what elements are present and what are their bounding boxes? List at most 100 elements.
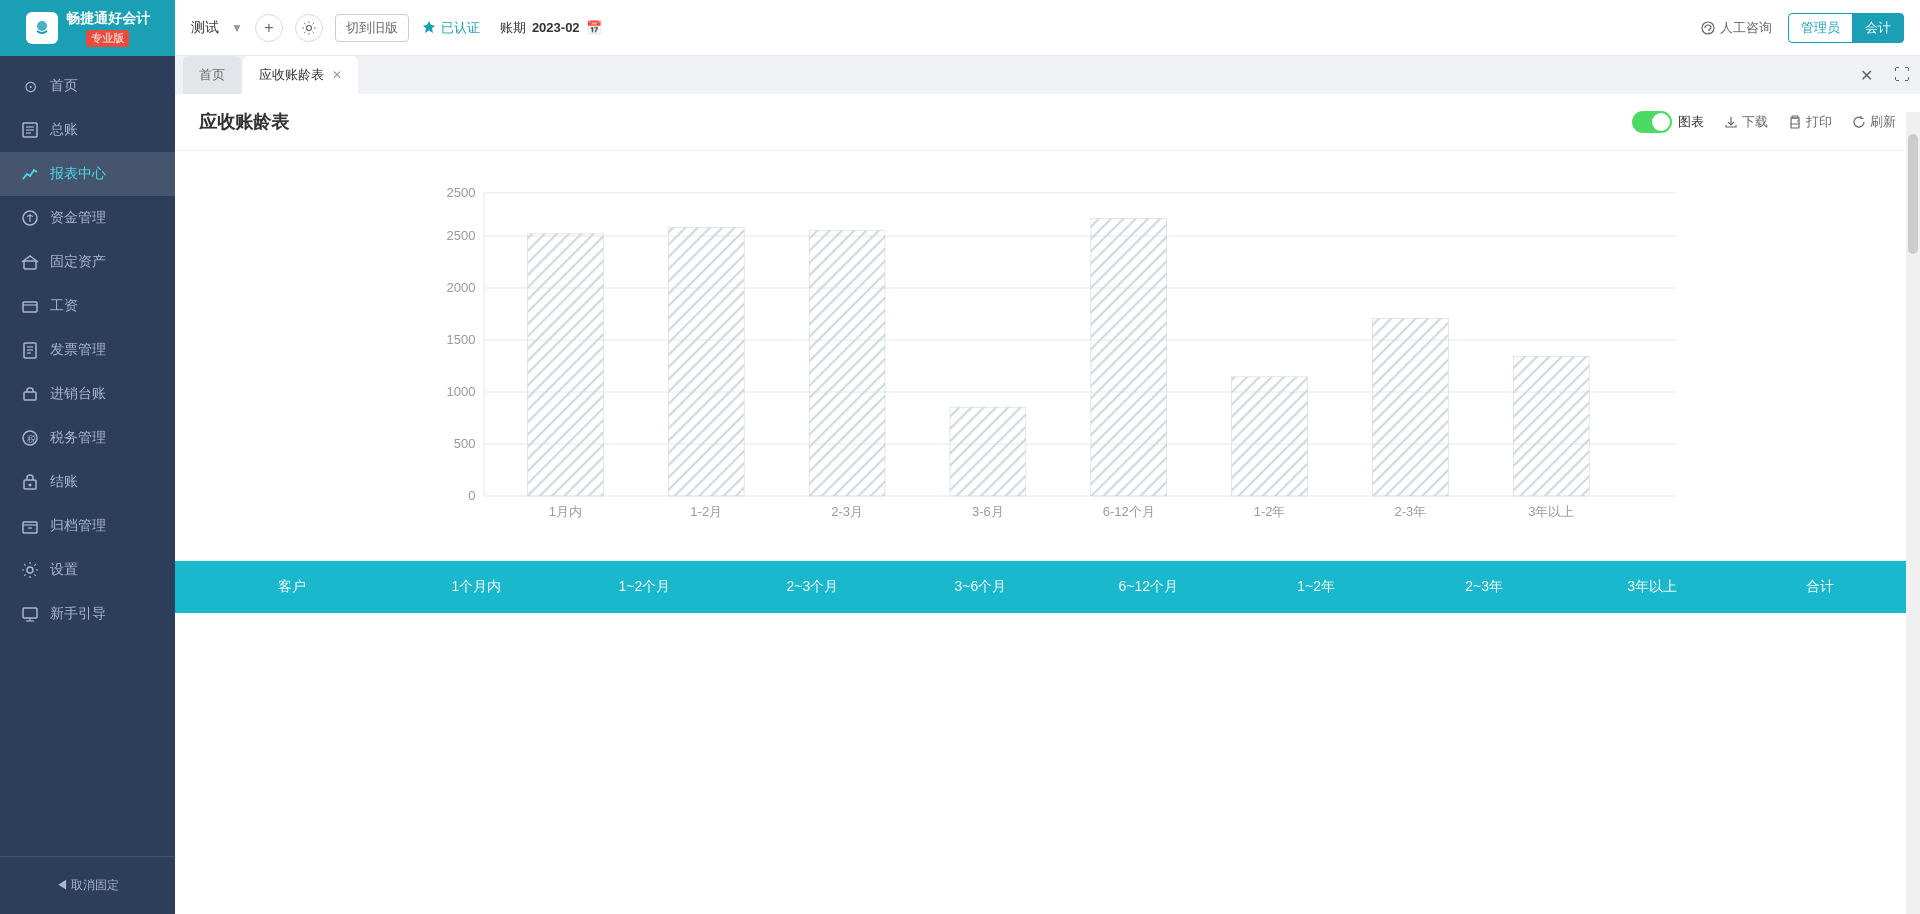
th-3year-plus: 3年以上 bbox=[1568, 578, 1736, 596]
main-panel: 应收账龄表 图表 下载 打印 刷新 bbox=[175, 94, 1920, 914]
svg-text:6-12个月: 6-12个月 bbox=[1103, 504, 1155, 519]
tab-close-aging[interactable]: ✕ bbox=[332, 68, 342, 82]
window-expand-button[interactable]: ⛶ bbox=[1884, 56, 1920, 94]
sidebar-item-archive[interactable]: 归档管理 bbox=[0, 504, 175, 548]
bar-2-3年 bbox=[1373, 318, 1449, 496]
tab-bar: 首页 应收账龄表 ✕ ✕ ⛶ bbox=[175, 56, 1920, 94]
sidebar-item-ledger[interactable]: 总账 bbox=[0, 108, 175, 152]
sidebar-item-close[interactable]: 结账 bbox=[0, 460, 175, 504]
company-name: 测试 bbox=[191, 19, 219, 37]
funds-icon bbox=[20, 208, 40, 228]
sidebar-item-home[interactable]: ⊙ 首页 bbox=[0, 64, 175, 108]
right-scrollbar[interactable] bbox=[1906, 112, 1920, 914]
user-role-switch: 管理员 会计 bbox=[1788, 13, 1904, 43]
refresh-button[interactable]: 刷新 bbox=[1852, 113, 1896, 131]
bar-6-12月 bbox=[1091, 219, 1167, 496]
assets-icon bbox=[20, 252, 40, 272]
chart-toggle[interactable] bbox=[1632, 111, 1672, 133]
content-area: 首页 应收账龄表 ✕ ✕ ⛶ 应收账龄表 图表 bbox=[175, 56, 1920, 914]
th-total: 合计 bbox=[1736, 578, 1904, 596]
tab-aging[interactable]: 应收账龄表 ✕ bbox=[243, 56, 358, 94]
accounting-period: 账期 2023-02 📅 bbox=[500, 19, 602, 37]
print-button[interactable]: 打印 bbox=[1788, 113, 1832, 131]
th-3-6month: 3~6个月 bbox=[896, 578, 1064, 596]
svg-rect-21 bbox=[23, 608, 37, 618]
sidebar-item-guide[interactable]: 新手引导 bbox=[0, 592, 175, 636]
service-button[interactable]: 人工咨询 bbox=[1700, 19, 1772, 37]
logo-icon bbox=[26, 12, 58, 44]
tax-icon: 税 bbox=[20, 428, 40, 448]
svg-text:2000: 2000 bbox=[447, 280, 476, 295]
manager-button[interactable]: 管理员 bbox=[1788, 13, 1853, 43]
svg-text:500: 500 bbox=[454, 436, 476, 451]
svg-text:1-2年: 1-2年 bbox=[1254, 504, 1286, 519]
svg-text:2-3月: 2-3月 bbox=[831, 504, 863, 519]
invoice-icon bbox=[20, 340, 40, 360]
scrollable-content[interactable]: 0 500 1000 1500 2000 2500 2500 1 bbox=[175, 151, 1920, 914]
download-button[interactable]: 下载 bbox=[1724, 113, 1768, 131]
archive-icon bbox=[20, 516, 40, 536]
sidebar: 畅捷通好会计 专业版 ⊙ 首页 总账 报表中心 资金管理 bbox=[0, 0, 175, 914]
svg-text:1500: 1500 bbox=[447, 332, 476, 347]
svg-rect-13 bbox=[24, 392, 36, 400]
reports-icon bbox=[20, 164, 40, 184]
sidebar-item-funds[interactable]: 资金管理 bbox=[0, 196, 175, 240]
bar-3-6月 bbox=[950, 407, 1026, 496]
svg-text:2-3年: 2-3年 bbox=[1395, 504, 1427, 519]
th-2-3month: 2~3个月 bbox=[728, 578, 896, 596]
svg-text:3年以上: 3年以上 bbox=[1528, 504, 1574, 519]
inventory-icon bbox=[20, 384, 40, 404]
old-version-button[interactable]: 切到旧版 bbox=[335, 14, 409, 42]
svg-text:2500: 2500 bbox=[447, 185, 476, 200]
sidebar-item-assets[interactable]: 固定资产 bbox=[0, 240, 175, 284]
th-1-2year: 1~2年 bbox=[1232, 578, 1400, 596]
svg-text:3-6月: 3-6月 bbox=[972, 504, 1004, 519]
th-1-2month: 1~2个月 bbox=[560, 578, 728, 596]
sidebar-nav: ⊙ 首页 总账 报表中心 资金管理 固定资产 bbox=[0, 56, 175, 856]
sidebar-item-tax[interactable]: 税 税务管理 bbox=[0, 416, 175, 460]
cert-status: 已认证 bbox=[421, 19, 480, 37]
svg-point-0 bbox=[37, 21, 47, 31]
close-period-icon bbox=[20, 472, 40, 492]
chart-area: 0 500 1000 1500 2000 2500 2500 1 bbox=[175, 151, 1920, 561]
scrollbar-thumb bbox=[1908, 134, 1918, 254]
svg-point-24 bbox=[306, 25, 311, 30]
sidebar-item-invoice[interactable]: 发票管理 bbox=[0, 328, 175, 372]
page-header: 应收账龄表 图表 下载 打印 刷新 bbox=[175, 94, 1920, 151]
guide-icon bbox=[20, 604, 40, 624]
th-customer: 客户 bbox=[191, 578, 393, 596]
bar-2-3月 bbox=[809, 231, 885, 496]
settings-icon bbox=[20, 560, 40, 580]
ledger-icon bbox=[20, 120, 40, 140]
salary-icon bbox=[20, 296, 40, 316]
add-button[interactable]: + bbox=[255, 14, 283, 42]
svg-rect-6 bbox=[24, 261, 36, 269]
accountant-button[interactable]: 会计 bbox=[1852, 13, 1904, 43]
svg-point-20 bbox=[27, 567, 33, 573]
window-close-button[interactable]: ✕ bbox=[1848, 56, 1884, 94]
svg-rect-28 bbox=[1791, 124, 1799, 128]
sidebar-item-inventory[interactable]: 进销台账 bbox=[0, 372, 175, 416]
sidebar-item-reports[interactable]: 报表中心 bbox=[0, 152, 175, 196]
topbar: 测试 ▼ + 切到旧版 已认证 账期 2023-02 📅 人工咨询 管理员 会计 bbox=[175, 0, 1920, 56]
svg-text:1-2月: 1-2月 bbox=[690, 504, 722, 519]
bar-chart: 0 500 1000 1500 2000 2500 2500 1 bbox=[205, 171, 1890, 561]
th-6-12month: 6~12个月 bbox=[1064, 578, 1232, 596]
bar-1-2月 bbox=[668, 227, 744, 496]
page-title: 应收账龄表 bbox=[199, 110, 289, 134]
svg-rect-29 bbox=[1792, 116, 1798, 118]
tab-home[interactable]: 首页 bbox=[183, 56, 241, 94]
table-header: 客户 1个月内 1~2个月 2~3个月 3~6个月 6~12个月 bbox=[175, 561, 1920, 613]
sidebar-bottom: ◀ 取消固定 bbox=[0, 856, 175, 914]
bar-1月内 bbox=[528, 234, 604, 496]
topbar-right: 人工咨询 管理员 会计 bbox=[1700, 13, 1904, 43]
settings-button[interactable] bbox=[295, 14, 323, 42]
home-icon: ⊙ bbox=[20, 76, 40, 96]
svg-text:2500: 2500 bbox=[447, 228, 476, 243]
company-dropdown[interactable]: ▼ bbox=[231, 21, 243, 35]
sidebar-item-settings[interactable]: 设置 bbox=[0, 548, 175, 592]
sidebar-item-salary[interactable]: 工资 bbox=[0, 284, 175, 328]
toggle-knob bbox=[1652, 113, 1670, 131]
svg-text:1月内: 1月内 bbox=[549, 504, 582, 519]
cancel-fixed-button[interactable]: ◀ 取消固定 bbox=[0, 869, 175, 902]
